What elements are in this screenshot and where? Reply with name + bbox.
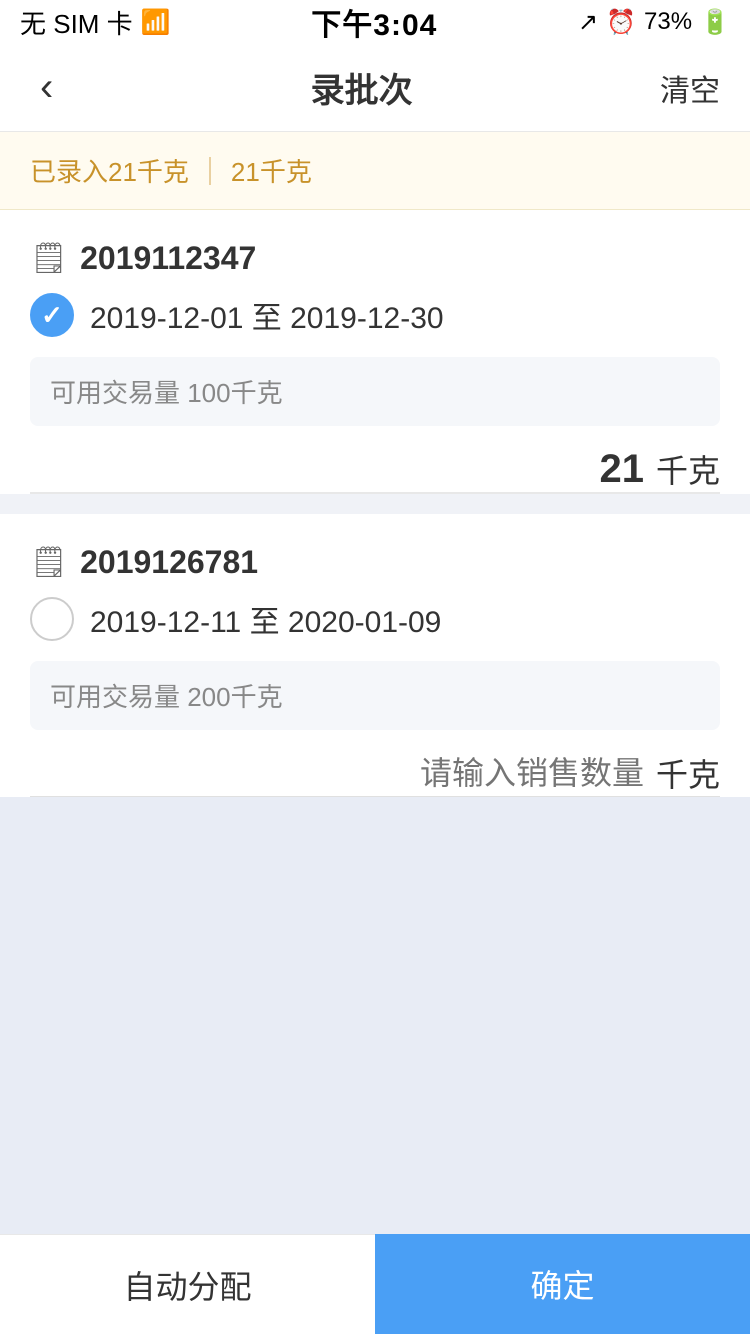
confirm-button[interactable]: 确定: [375, 1234, 750, 1334]
batch2-header: 🗒 2019126781: [30, 544, 720, 581]
batch2-radio[interactable]: [30, 597, 74, 641]
status-carrier: 无 SIM 卡 📶: [20, 4, 171, 41]
batch2-date: 2019-12-11 至 2020-01-09: [90, 597, 441, 641]
batch2-date-row[interactable]: 2019-12-11 至 2020-01-09: [30, 597, 720, 641]
batch2-input-row[interactable]: 千克: [30, 730, 720, 796]
batch1-unit: 千克: [656, 446, 720, 492]
info-banner: 已录入21千克 21千克: [0, 132, 750, 210]
quantity-input[interactable]: [30, 755, 644, 792]
batch2-unit: 千克: [656, 750, 720, 796]
batch1-date: 2019-12-01 至 2019-12-30: [90, 293, 444, 337]
recorded-label: 已录入21千克: [30, 152, 189, 189]
clear-button[interactable]: 清空: [660, 66, 720, 110]
batch1-radio[interactable]: [30, 293, 74, 337]
battery-percent: 73%: [644, 8, 692, 36]
wifi-icon: 📶: [141, 8, 171, 37]
status-right: ↗ ⏰ 73% 🔋: [578, 8, 730, 37]
location-icon: ↗: [578, 8, 598, 37]
batch1-amount: 21: [599, 447, 644, 492]
recorded-value: 21千克: [231, 152, 312, 189]
status-bar: 无 SIM 卡 📶 下午3:04 ↗ ⏰ 73% 🔋: [0, 0, 750, 44]
batch-card-1: 🗒 2019112347 2019-12-01 至 2019-12-30 可用交…: [0, 210, 750, 494]
battery-icon: 🔋: [700, 8, 730, 37]
batch1-divider: [30, 492, 720, 494]
carrier-text: 无 SIM 卡: [20, 4, 133, 41]
batch1-header: 🗒 2019112347: [30, 240, 720, 277]
batch2-available: 可用交易量 200千克: [30, 661, 720, 730]
batch1-date-row[interactable]: 2019-12-01 至 2019-12-30: [30, 293, 720, 337]
batch-card-2: 🗒 2019126781 2019-12-11 至 2020-01-09 可用交…: [0, 514, 750, 797]
nav-bar: ‹ 录批次 清空: [0, 44, 750, 132]
bottom-bar: 自动分配 确定: [0, 1234, 750, 1334]
status-time: 下午3:04: [311, 0, 437, 44]
batch2-doc-icon: 🗒: [30, 545, 68, 580]
empty-area: [0, 797, 750, 1281]
auto-distribute-button[interactable]: 自动分配: [0, 1234, 375, 1334]
batch2-number: 2019126781: [80, 544, 258, 581]
batch1-amount-row: 21 千克: [30, 426, 720, 492]
alarm-icon: ⏰: [606, 8, 636, 37]
batch1-doc-icon: 🗒: [30, 241, 68, 276]
info-divider: [209, 157, 211, 185]
page-title: 录批次: [311, 63, 413, 112]
batch1-available: 可用交易量 100千克: [30, 357, 720, 426]
batch1-number: 2019112347: [80, 240, 256, 277]
back-button[interactable]: ‹: [30, 55, 63, 120]
